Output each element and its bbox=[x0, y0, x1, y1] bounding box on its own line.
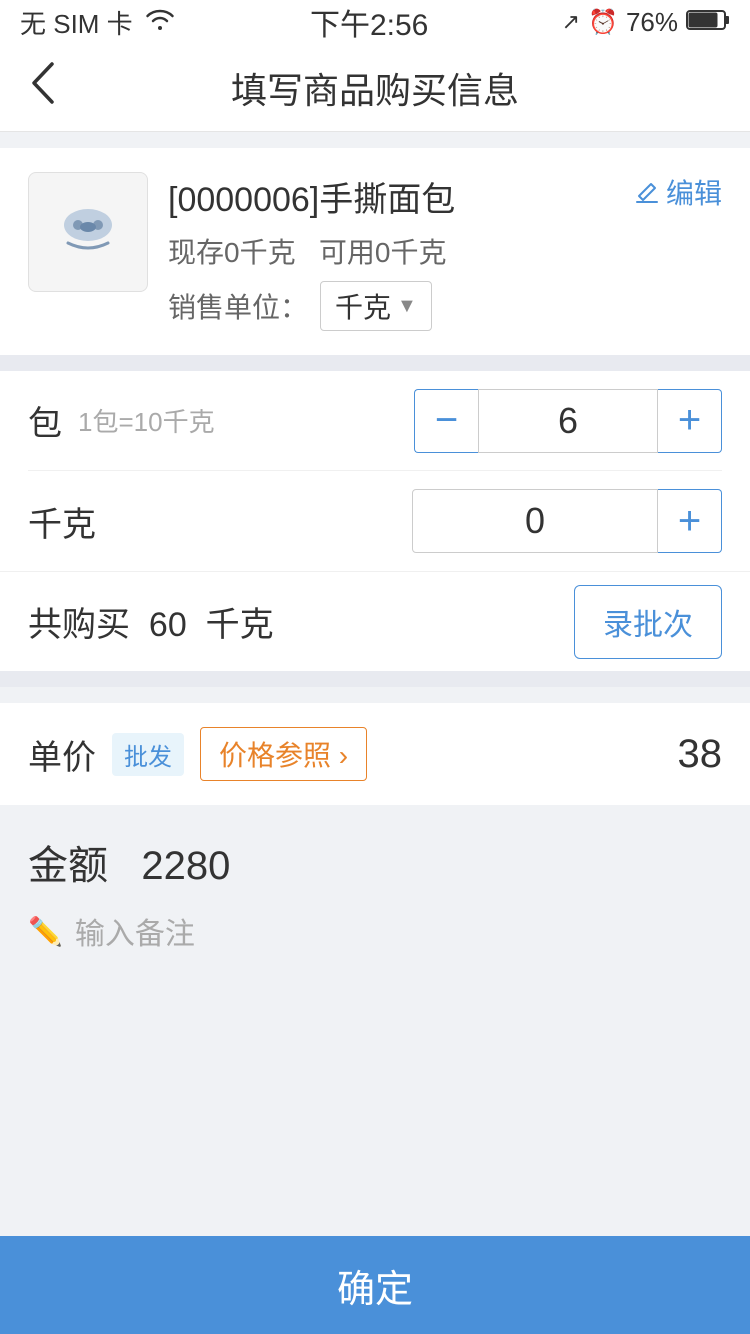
chevron-down-icon: ▼ bbox=[397, 295, 417, 318]
wifi-icon bbox=[143, 7, 177, 38]
separator-1 bbox=[0, 355, 750, 371]
summary-row: 共购买 60 千克 录批次 bbox=[0, 571, 750, 671]
edit-button[interactable]: 编辑 bbox=[634, 172, 722, 212]
price-value: 38 bbox=[678, 732, 723, 777]
product-unit-row: 销售单位： 千克 ▼ bbox=[168, 281, 722, 331]
price-label: 单价 bbox=[28, 730, 96, 779]
input-section: 包 1包=10千克 − + 千克 + bbox=[0, 371, 750, 571]
bag-hint: 1包=10千克 bbox=[78, 402, 215, 439]
kg-input-row: 千克 + bbox=[28, 471, 722, 571]
product-card: [0000006]手撕面包 现存0千克 可用0千克 销售单位： 千克 ▼ 编辑 bbox=[0, 148, 750, 355]
back-button[interactable] bbox=[28, 60, 56, 116]
kg-quantity-input[interactable] bbox=[412, 489, 658, 553]
price-reference-button[interactable]: 价格参照 › bbox=[200, 727, 367, 781]
bag-input-row: 包 1包=10千克 − + bbox=[28, 371, 722, 471]
status-time: 下午2:56 bbox=[310, 0, 428, 44]
page-title: 填写商品购买信息 bbox=[231, 62, 519, 114]
amount-section: 金额 2280 ✏️ 输入备注 bbox=[0, 805, 750, 969]
status-right: ↗ ⏰ 76% bbox=[562, 7, 730, 38]
alarm-icon: ⏰ bbox=[588, 8, 618, 37]
nav-bar: 填写商品购买信息 bbox=[0, 44, 750, 132]
bag-plus-button[interactable]: + bbox=[658, 389, 722, 453]
bag-qty-control: − + bbox=[414, 389, 722, 453]
summary-text: 共购买 60 千克 bbox=[28, 597, 274, 646]
price-row: 单价 批发 价格参照 › 38 bbox=[28, 727, 722, 781]
unit-select[interactable]: 千克 ▼ bbox=[320, 281, 432, 331]
amount-value: 2280 bbox=[141, 844, 230, 888]
carrier-text: 无 SIM 卡 bbox=[20, 4, 133, 41]
amount-row: 金额 2280 bbox=[28, 833, 722, 891]
product-thumbnail bbox=[28, 172, 148, 292]
battery-text: 76% bbox=[626, 7, 678, 38]
location-icon: ↗ bbox=[562, 9, 580, 35]
status-left: 无 SIM 卡 bbox=[20, 4, 177, 41]
confirm-button[interactable]: 确定 bbox=[0, 1236, 750, 1334]
bag-quantity-input[interactable] bbox=[478, 389, 658, 453]
remark-row[interactable]: ✏️ 输入备注 bbox=[28, 909, 722, 953]
kg-qty-control: + bbox=[412, 489, 722, 553]
price-tag: 批发 bbox=[112, 733, 184, 776]
status-bar: 无 SIM 卡 下午2:56 ↗ ⏰ 76% bbox=[0, 0, 750, 44]
kg-label: 千克 bbox=[28, 497, 96, 546]
pencil-icon: ✏️ bbox=[28, 915, 63, 948]
record-batch-button[interactable]: 录批次 bbox=[574, 585, 722, 659]
bottom-empty-area bbox=[0, 969, 750, 1269]
bag-label: 包 1包=10千克 bbox=[28, 396, 215, 445]
battery-icon bbox=[686, 7, 730, 38]
remark-placeholder: 输入备注 bbox=[75, 909, 195, 953]
price-section: 单价 批发 价格参照 › 38 bbox=[0, 703, 750, 805]
product-stock: 现存0千克 可用0千克 bbox=[168, 231, 722, 271]
kg-plus-button[interactable]: + bbox=[658, 489, 722, 553]
separator-2 bbox=[0, 671, 750, 687]
bag-minus-button[interactable]: − bbox=[414, 389, 478, 453]
